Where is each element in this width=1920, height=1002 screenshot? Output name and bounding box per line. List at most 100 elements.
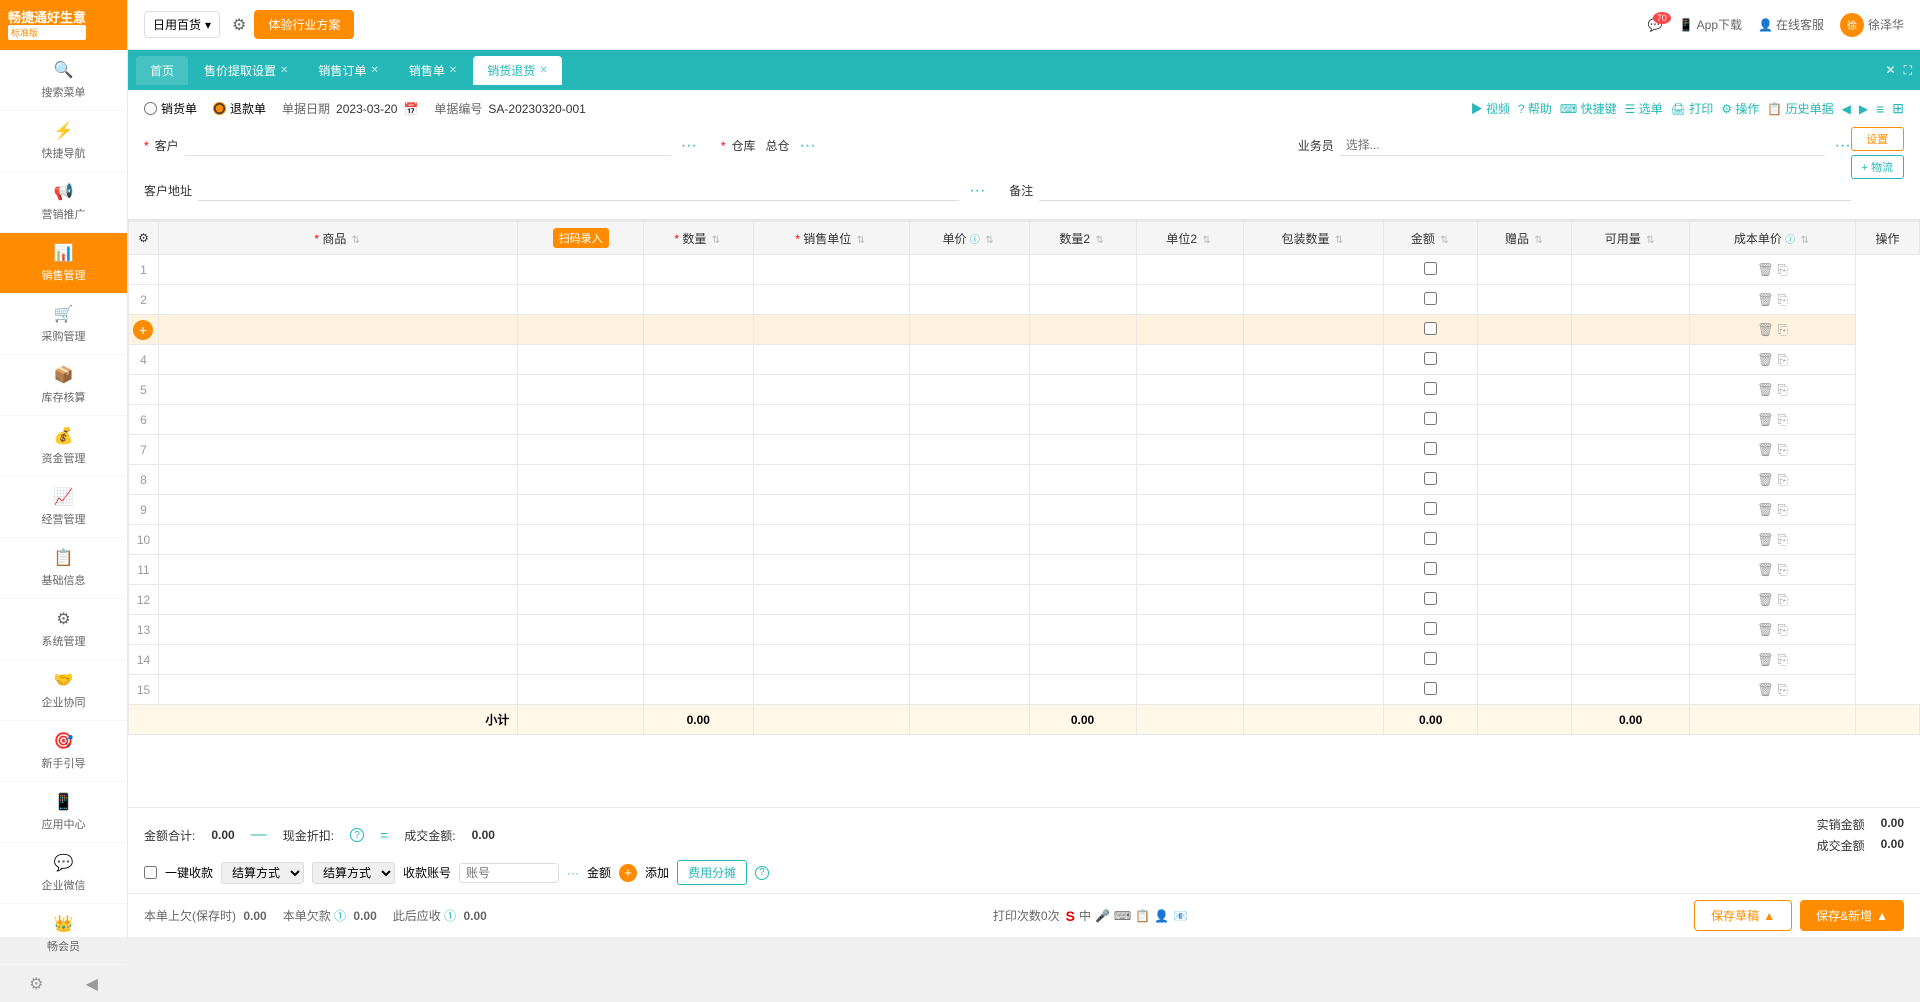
unit2-cell-15[interactable] bbox=[1029, 675, 1136, 705]
product-cell-15[interactable] bbox=[159, 675, 518, 705]
operations-btn[interactable]: ⚙ 操作 bbox=[1721, 100, 1759, 117]
gift-checkbox-12[interactable] bbox=[1424, 592, 1437, 605]
delete-icon-2[interactable]: 🗑 bbox=[1757, 292, 1774, 308]
copy-icon-3[interactable]: ⎘ bbox=[1778, 322, 1788, 338]
qty-cell-9[interactable] bbox=[518, 495, 644, 525]
available-cell-5[interactable] bbox=[1478, 375, 1572, 405]
split-help-icon[interactable]: ? bbox=[755, 866, 769, 880]
gift-checkbox-10[interactable] bbox=[1424, 532, 1437, 545]
unit2-cell-5[interactable] bbox=[1029, 375, 1136, 405]
sale-unit-cell-9[interactable] bbox=[643, 495, 753, 525]
qty2-cell-8[interactable] bbox=[909, 465, 1029, 495]
cost-price-cell-7[interactable] bbox=[1572, 435, 1689, 465]
topbar-settings-icon[interactable]: ⚙ bbox=[232, 15, 246, 35]
cost-price-cell-8[interactable] bbox=[1572, 465, 1689, 495]
cost-price-cell-2[interactable] bbox=[1572, 285, 1689, 315]
sale-unit-cell-1[interactable] bbox=[643, 255, 753, 285]
history-btn[interactable]: 📋 历史单据 bbox=[1767, 100, 1833, 117]
qty2-cell-11[interactable] bbox=[909, 555, 1029, 585]
radio-sales-input[interactable] bbox=[144, 102, 157, 115]
available-cell-1[interactable] bbox=[1478, 255, 1572, 285]
qty2-cell-6[interactable] bbox=[909, 405, 1029, 435]
available-cell-3[interactable] bbox=[1478, 315, 1572, 345]
unit-price-cell-3[interactable] bbox=[753, 315, 909, 345]
save-draft-btn[interactable]: 保存草稿 ▲ bbox=[1694, 900, 1792, 931]
copy-icon-10[interactable]: ⎘ bbox=[1778, 532, 1788, 548]
logistics-btn[interactable]: + 物流 bbox=[1851, 155, 1904, 179]
qty2-cell-1[interactable] bbox=[909, 255, 1029, 285]
radio-sales[interactable]: 销货单 bbox=[144, 100, 197, 117]
next-btn[interactable]: ▶ bbox=[1859, 102, 1868, 116]
delete-icon-7[interactable]: 🗑 bbox=[1757, 442, 1774, 458]
delete-icon-13[interactable]: 🗑 bbox=[1757, 622, 1774, 638]
product-cell-12[interactable] bbox=[159, 585, 518, 615]
gift-cell-11[interactable] bbox=[1384, 555, 1478, 585]
app-download[interactable]: 📱 App下载 bbox=[1679, 16, 1742, 33]
salesperson-input[interactable] bbox=[1340, 135, 1825, 156]
sale-unit-cell-8[interactable] bbox=[643, 465, 753, 495]
gift-checkbox-11[interactable] bbox=[1424, 562, 1437, 575]
sale-unit-cell-2[interactable] bbox=[643, 285, 753, 315]
amount-cell-2[interactable] bbox=[1243, 285, 1384, 315]
cost-price-cell-4[interactable] bbox=[1572, 345, 1689, 375]
qty-cell-7[interactable] bbox=[518, 435, 644, 465]
unit-price-cell-6[interactable] bbox=[753, 405, 909, 435]
unit-price-cell-4[interactable] bbox=[753, 345, 909, 375]
sidebar-item-guide[interactable]: 🎯新手引导 bbox=[0, 721, 127, 782]
product-cell-10[interactable] bbox=[159, 525, 518, 555]
unit-price-cell-7[interactable] bbox=[753, 435, 909, 465]
remark-input[interactable] bbox=[1039, 180, 1850, 201]
qty-cell-11[interactable] bbox=[518, 555, 644, 585]
qty-cell-10[interactable] bbox=[518, 525, 644, 555]
address-input[interactable] bbox=[198, 180, 959, 201]
sidebar-item-basic[interactable]: 📋基础信息 bbox=[0, 538, 127, 599]
gift-cell-9[interactable] bbox=[1384, 495, 1478, 525]
qty-cell-15[interactable] bbox=[518, 675, 644, 705]
sidebar-item-finance[interactable]: 💰资金管理 bbox=[0, 416, 127, 477]
gift-cell-3[interactable] bbox=[1384, 315, 1478, 345]
settlement-select[interactable]: 结算方式 bbox=[221, 862, 304, 884]
qty-cell-4[interactable] bbox=[518, 345, 644, 375]
amount-cell-1[interactable] bbox=[1243, 255, 1384, 285]
cost-price-cell-15[interactable] bbox=[1572, 675, 1689, 705]
available-cell-13[interactable] bbox=[1478, 615, 1572, 645]
delete-icon-12[interactable]: 🗑 bbox=[1757, 592, 1774, 608]
unit-price-cell-8[interactable] bbox=[753, 465, 909, 495]
amount-cell-4[interactable] bbox=[1243, 345, 1384, 375]
available-cell-9[interactable] bbox=[1478, 495, 1572, 525]
delete-icon-3[interactable]: 🗑 bbox=[1757, 322, 1774, 338]
sidebar-item-search[interactable]: 🔍搜索菜单 bbox=[0, 50, 127, 111]
gift-cell-2[interactable] bbox=[1384, 285, 1478, 315]
available-cell-10[interactable] bbox=[1478, 525, 1572, 555]
th-settings-icon[interactable]: ⚙ bbox=[138, 231, 149, 245]
product-cell-5[interactable] bbox=[159, 375, 518, 405]
sidebar-item-sales[interactable]: 📊销售管理 bbox=[0, 233, 127, 294]
tab-close-2[interactable]: ✕ bbox=[370, 65, 378, 76]
tab-expand-icon[interactable]: ⛶ bbox=[1904, 63, 1912, 78]
address-dots[interactable]: ··· bbox=[969, 182, 985, 200]
topbar-dropdown[interactable]: 日用百货 ▾ bbox=[144, 11, 220, 38]
cost-price-cell-1[interactable] bbox=[1572, 255, 1689, 285]
available-cell-14[interactable] bbox=[1478, 645, 1572, 675]
gift-cell-6[interactable] bbox=[1384, 405, 1478, 435]
gift-cell-5[interactable] bbox=[1384, 375, 1478, 405]
amount-cell-14[interactable] bbox=[1243, 645, 1384, 675]
product-cell-11[interactable] bbox=[159, 555, 518, 585]
unit2-cell-10[interactable] bbox=[1029, 525, 1136, 555]
unit-price-cell-9[interactable] bbox=[753, 495, 909, 525]
product-cell-9[interactable] bbox=[159, 495, 518, 525]
unit-price-cell-11[interactable] bbox=[753, 555, 909, 585]
amount-cell-6[interactable] bbox=[1243, 405, 1384, 435]
amount-cell-10[interactable] bbox=[1243, 525, 1384, 555]
qty-cell-5[interactable] bbox=[518, 375, 644, 405]
sidebar-item-system[interactable]: ⚙系统管理 bbox=[0, 599, 127, 660]
sidebar-item-member[interactable]: 👑畅会员 bbox=[0, 904, 127, 965]
pack-qty-cell-12[interactable] bbox=[1136, 585, 1243, 615]
unit-price-cell-13[interactable] bbox=[753, 615, 909, 645]
help-btn[interactable]: ? 帮助 bbox=[1518, 100, 1552, 117]
pack-qty-cell-5[interactable] bbox=[1136, 375, 1243, 405]
qty2-cell-4[interactable] bbox=[909, 345, 1029, 375]
tab-close-icon[interactable]: ✕ bbox=[1886, 63, 1896, 78]
sidebar-collapse-icon[interactable]: ◀ bbox=[86, 974, 98, 994]
amount-cell-13[interactable] bbox=[1243, 615, 1384, 645]
